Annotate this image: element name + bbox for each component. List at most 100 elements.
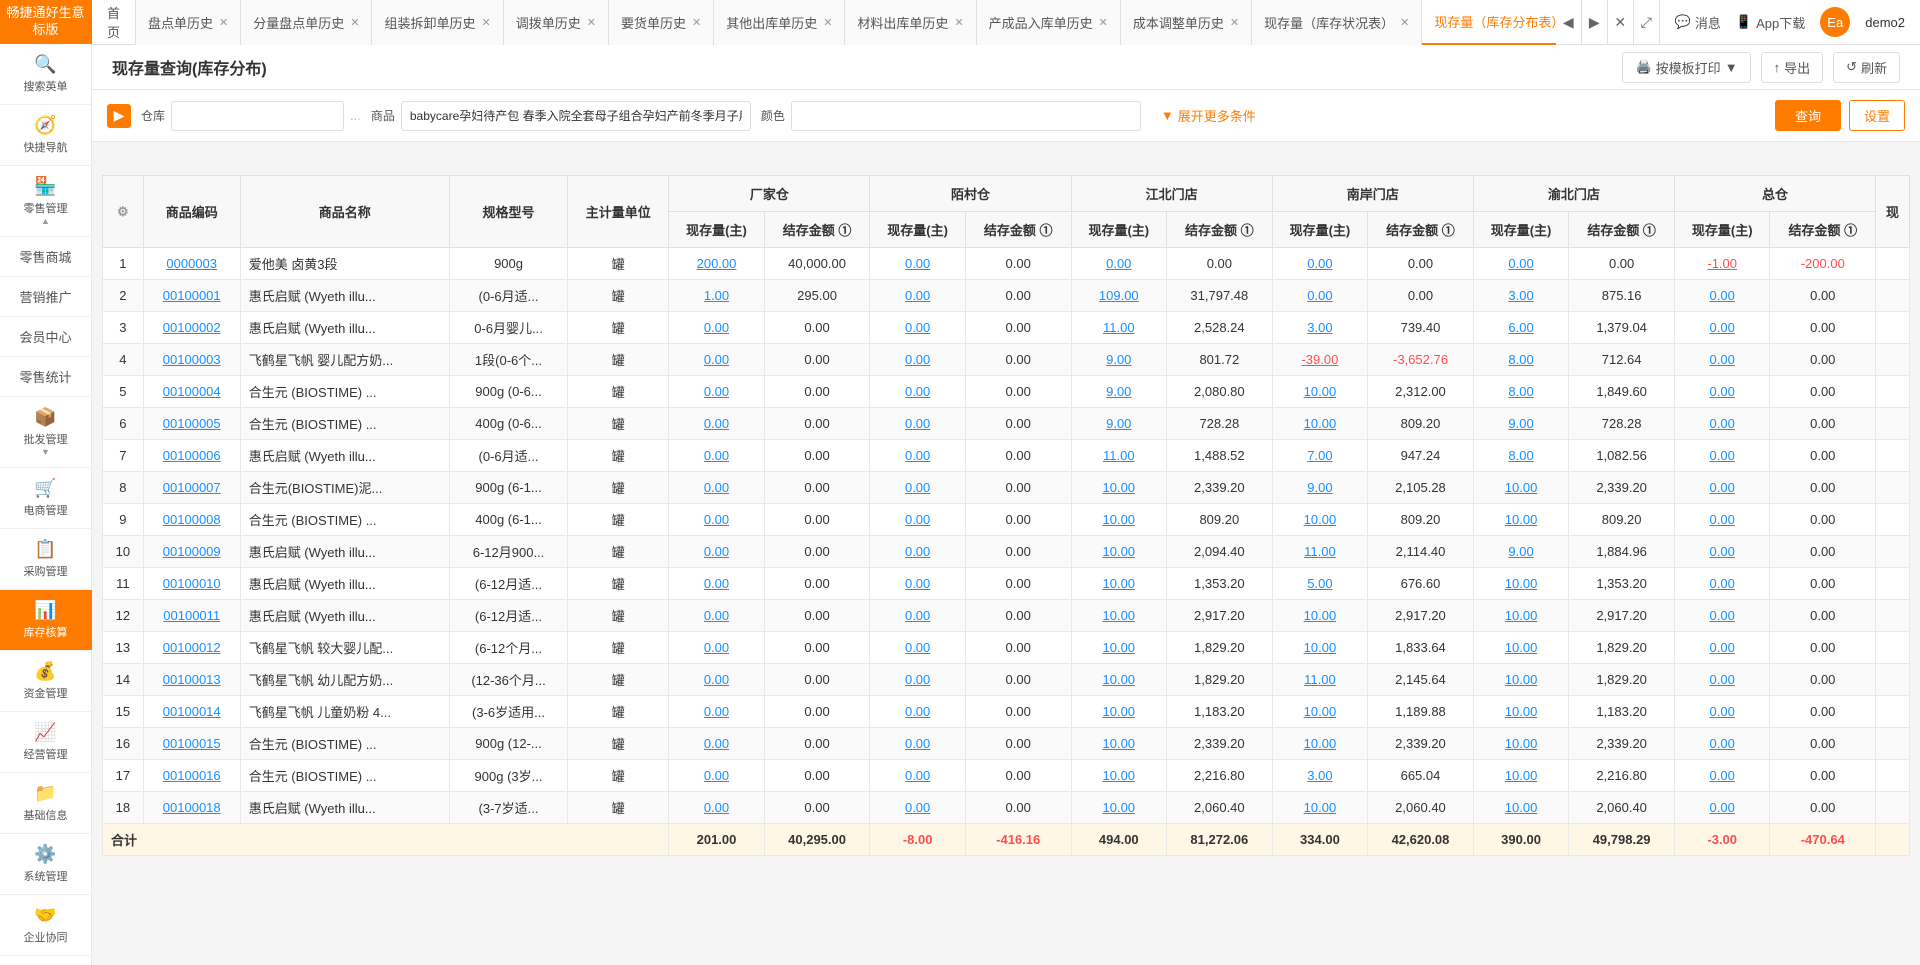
sidebar-item-nav[interactable]: 🧭 快捷导航 xyxy=(0,105,92,166)
row-mc-stock[interactable]: 0.00 xyxy=(870,408,965,440)
row-code[interactable]: 00100004 xyxy=(143,376,240,408)
row-total-stock[interactable]: 0.00 xyxy=(1674,408,1769,440)
row-total-stock[interactable]: 0.00 xyxy=(1674,600,1769,632)
row-mc-stock[interactable]: 0.00 xyxy=(870,568,965,600)
row-total-stock[interactable]: 0.00 xyxy=(1674,280,1769,312)
message-button[interactable]: 💬 消息 xyxy=(1675,13,1721,32)
row-cj-stock[interactable]: 0.00 xyxy=(669,600,764,632)
row-jb-stock[interactable]: 10.00 xyxy=(1071,792,1166,824)
row-na-stock[interactable]: 10.00 xyxy=(1272,504,1367,536)
row-mc-stock[interactable]: 0.00 xyxy=(870,760,965,792)
tab-prev-button[interactable]: ◀ xyxy=(1556,0,1582,45)
tab-requisition[interactable]: 要货单历史 ✕ xyxy=(609,0,714,45)
row-na-stock[interactable]: 10.00 xyxy=(1272,600,1367,632)
row-cj-stock[interactable]: 0.00 xyxy=(669,344,764,376)
row-yb-stock[interactable]: 10.00 xyxy=(1473,568,1568,600)
row-total-stock[interactable]: 0.00 xyxy=(1674,568,1769,600)
row-cj-stock[interactable]: 0.00 xyxy=(669,664,764,696)
row-total-stock[interactable]: 0.00 xyxy=(1674,792,1769,824)
row-jb-stock[interactable]: 10.00 xyxy=(1071,664,1166,696)
row-yb-stock[interactable]: 8.00 xyxy=(1473,344,1568,376)
row-jb-stock[interactable]: 11.00 xyxy=(1071,312,1166,344)
sidebar-item-guide[interactable]: 新手引导 xyxy=(0,956,92,965)
sidebar-item-purchase[interactable]: 📋 采购管理 xyxy=(0,529,92,590)
row-na-stock[interactable]: 0.00 xyxy=(1272,248,1367,280)
expand-more-button[interactable]: ▼ 展开更多条件 xyxy=(1151,106,1266,125)
row-cj-stock[interactable]: 0.00 xyxy=(669,440,764,472)
row-na-stock[interactable]: 10.00 xyxy=(1272,408,1367,440)
row-jb-stock[interactable]: 10.00 xyxy=(1071,696,1166,728)
row-yb-stock[interactable]: 9.00 xyxy=(1473,536,1568,568)
th-gear[interactable]: ⚙ xyxy=(103,176,144,248)
row-yb-stock[interactable]: 10.00 xyxy=(1473,472,1568,504)
row-jb-stock[interactable]: 10.00 xyxy=(1071,600,1166,632)
row-total-stock[interactable]: 0.00 xyxy=(1674,472,1769,504)
row-code[interactable]: 00100007 xyxy=(143,472,240,504)
row-jb-stock[interactable]: 10.00 xyxy=(1071,728,1166,760)
row-total-stock[interactable]: 0.00 xyxy=(1674,344,1769,376)
sidebar-item-search[interactable]: 🔍 搜索英单 xyxy=(0,44,92,105)
tab-close-all-button[interactable]: ✕ xyxy=(1608,0,1634,45)
row-code[interactable]: 00100008 xyxy=(143,504,240,536)
sidebar-item-retail[interactable]: 🏪 零售管理 ▲ xyxy=(0,166,92,237)
row-mc-stock[interactable]: 0.00 xyxy=(870,632,965,664)
row-mc-stock[interactable]: 0.00 xyxy=(870,664,965,696)
row-cj-stock[interactable]: 200.00 xyxy=(669,248,764,280)
row-na-stock[interactable]: 11.00 xyxy=(1272,536,1367,568)
row-na-stock[interactable]: 11.00 xyxy=(1272,664,1367,696)
row-cj-stock[interactable]: 0.00 xyxy=(669,408,764,440)
sidebar-item-basic[interactable]: 📁 基础信息 xyxy=(0,773,92,834)
tab-material-out[interactable]: 材料出库单历史 ✕ xyxy=(845,0,976,45)
row-mc-stock[interactable]: 0.00 xyxy=(870,696,965,728)
export-button[interactable]: ↑ 导出 xyxy=(1761,52,1824,83)
row-jb-stock[interactable]: 10.00 xyxy=(1071,568,1166,600)
row-na-stock[interactable]: 0.00 xyxy=(1272,280,1367,312)
row-mc-stock[interactable]: 0.00 xyxy=(870,504,965,536)
row-na-stock[interactable]: 10.00 xyxy=(1272,696,1367,728)
tab-close-material-out[interactable]: ✕ xyxy=(954,16,963,29)
tab-close-product-in[interactable]: ✕ xyxy=(1099,16,1108,29)
row-total-stock[interactable]: 0.00 xyxy=(1674,728,1769,760)
row-jb-stock[interactable]: 10.00 xyxy=(1071,472,1166,504)
row-mc-stock[interactable]: 0.00 xyxy=(870,792,965,824)
row-na-stock[interactable]: 10.00 xyxy=(1272,376,1367,408)
row-code[interactable]: 0000003 xyxy=(143,248,240,280)
row-jb-stock[interactable]: 9.00 xyxy=(1071,408,1166,440)
row-code[interactable]: 00100003 xyxy=(143,344,240,376)
row-na-stock[interactable]: 9.00 xyxy=(1272,472,1367,504)
row-total-stock[interactable]: 0.00 xyxy=(1674,760,1769,792)
row-code[interactable]: 00100005 xyxy=(143,408,240,440)
avatar[interactable]: Ea xyxy=(1820,7,1850,37)
tab-close-requisition[interactable]: ✕ xyxy=(692,16,701,29)
row-cj-stock[interactable]: 0.00 xyxy=(669,760,764,792)
row-jb-stock[interactable]: 10.00 xyxy=(1071,536,1166,568)
sidebar-item-member[interactable]: 会员中心 xyxy=(0,317,92,357)
tab-close-sub-count[interactable]: ✕ xyxy=(350,16,359,29)
row-total-stock[interactable]: 0.00 xyxy=(1674,376,1769,408)
tab-product-in[interactable]: 产成品入库单历史 ✕ xyxy=(977,0,1121,45)
tab-close-inventory-count[interactable]: ✕ xyxy=(219,16,228,29)
warehouse-filter-input[interactable] xyxy=(171,101,344,131)
row-mc-stock[interactable]: 0.00 xyxy=(870,600,965,632)
row-yb-stock[interactable]: 10.00 xyxy=(1473,600,1568,632)
row-mc-stock[interactable]: 0.00 xyxy=(870,312,965,344)
row-mc-stock[interactable]: 0.00 xyxy=(870,280,965,312)
row-yb-stock[interactable]: 10.00 xyxy=(1473,664,1568,696)
tab-inventory-count[interactable]: 盘点单历史 ✕ xyxy=(136,0,241,45)
tab-next-button[interactable]: ▶ xyxy=(1582,0,1608,45)
row-na-stock[interactable]: -39.00 xyxy=(1272,344,1367,376)
row-code[interactable]: 00100002 xyxy=(143,312,240,344)
row-yb-stock[interactable]: 10.00 xyxy=(1473,504,1568,536)
settings-button[interactable]: 设置 xyxy=(1849,100,1905,131)
tab-close-stock-status[interactable]: ✕ xyxy=(1400,16,1409,29)
row-cj-stock[interactable]: 0.00 xyxy=(669,376,764,408)
row-na-stock[interactable]: 5.00 xyxy=(1272,568,1367,600)
row-na-stock[interactable]: 3.00 xyxy=(1272,760,1367,792)
row-yb-stock[interactable]: 10.00 xyxy=(1473,696,1568,728)
row-yb-stock[interactable]: 8.00 xyxy=(1473,376,1568,408)
query-button[interactable]: 查询 xyxy=(1775,100,1841,131)
row-yb-stock[interactable]: 6.00 xyxy=(1473,312,1568,344)
tab-sub-count[interactable]: 分量盘点单历史 ✕ xyxy=(241,0,372,45)
tab-close-cost-adjust[interactable]: ✕ xyxy=(1230,16,1239,29)
row-code[interactable]: 00100013 xyxy=(143,664,240,696)
